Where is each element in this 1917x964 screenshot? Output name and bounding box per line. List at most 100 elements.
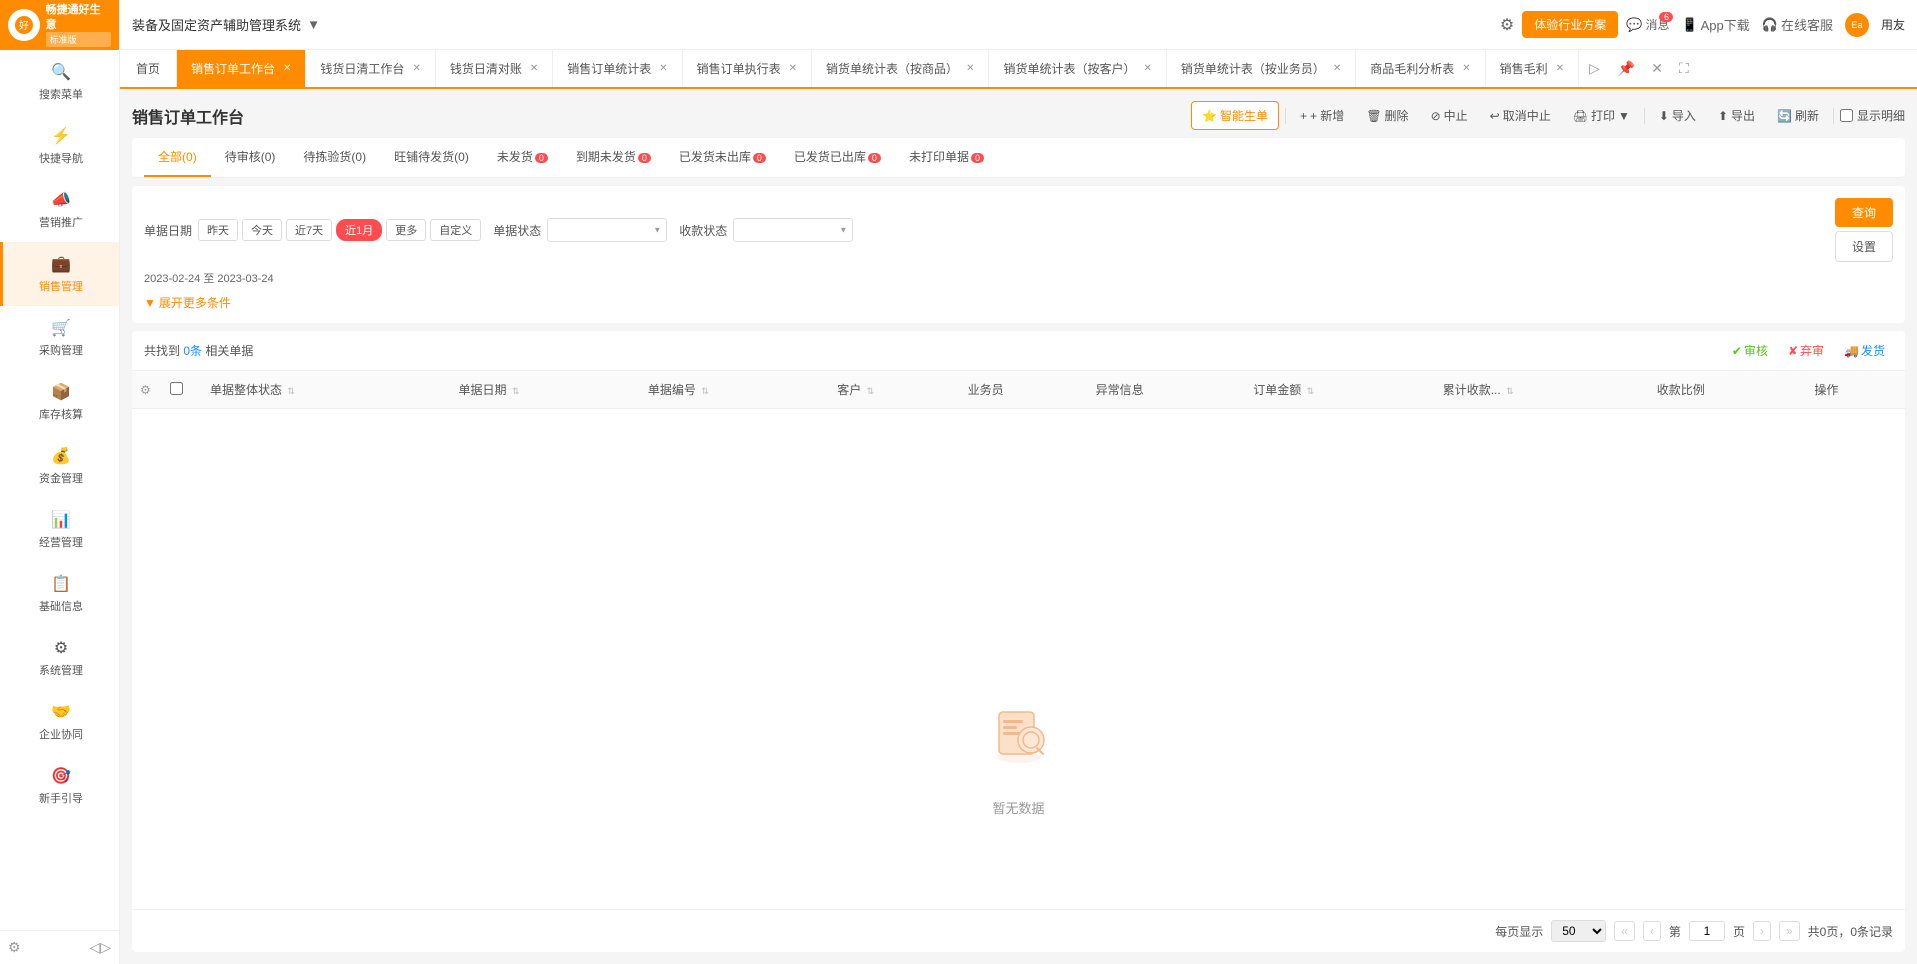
filter-tab-shipped-in[interactable]: 已发货已出库0 <box>780 138 895 177</box>
setting-btn[interactable]: 设置 <box>1835 231 1893 262</box>
date-7days-btn[interactable]: 近7天 <box>286 219 332 241</box>
next-page-btn[interactable]: › <box>1753 921 1771 941</box>
import-btn[interactable]: ⬇ 导入 <box>1651 103 1704 128</box>
reject-btn[interactable]: ✘ 弃审 <box>1780 339 1832 362</box>
date-custom-btn[interactable]: 自定义 <box>430 219 481 241</box>
industry-btn[interactable]: 体验行业方案 <box>1522 11 1618 38</box>
date-field: 单据日期 昨天 今天 近7天 近1月 更多 自定义 <box>144 219 481 241</box>
filter-tab-unshipped[interactable]: 未发货0 <box>483 138 562 177</box>
sidebar-item-search[interactable]: 🔍 搜索菜单 <box>0 50 119 114</box>
sidebar-item-finance[interactable]: 💰 资金管理 <box>0 434 119 498</box>
sidebar-item-sales[interactable]: 💼 销售管理 <box>0 242 119 306</box>
tab-close-cash[interactable]: ✕ <box>412 63 420 74</box>
sort-date-icon[interactable]: ⇅ <box>512 386 520 396</box>
print-btn[interactable]: 🖨 打印 ▼ <box>1565 103 1638 128</box>
tab-close-gross[interactable]: ✕ <box>1556 63 1564 74</box>
sidebar-item-purchase[interactable]: 🛒 采购管理 <box>0 306 119 370</box>
sort-amount-icon[interactable]: ⇅ <box>1307 386 1315 396</box>
filter-tab-wangpu[interactable]: 旺铺待发货(0) <box>380 138 483 177</box>
payment-select[interactable] <box>733 218 853 242</box>
settings-footer-btn[interactable]: ⚙ <box>8 939 21 956</box>
tab-sales-exec[interactable]: 销售订单执行表 ✕ <box>683 50 812 87</box>
tab-reconcile[interactable]: 钱货日清对账 ✕ <box>436 50 553 87</box>
filter-tab-shipped-out[interactable]: 已发货未出库0 <box>665 138 780 177</box>
filter-tab-unprinted[interactable]: 未打印单据0 <box>895 138 998 177</box>
delete-btn[interactable]: 🗑 删除 <box>1358 103 1416 128</box>
sort-number-icon[interactable]: ⇅ <box>701 386 709 396</box>
tab-close-all-btn[interactable]: ✕ <box>1643 52 1671 85</box>
sidebar-item-system[interactable]: ⚙ 系统管理 <box>0 626 119 690</box>
col-date: 单据日期 ⇅ <box>451 371 640 409</box>
online-service-btn[interactable]: 🎧 在线客服 <box>1762 15 1833 34</box>
show-detail-checkbox[interactable] <box>1840 109 1853 122</box>
tab-staff-stats[interactable]: 销货单统计表（按业务员） ✕ <box>1167 50 1356 87</box>
tab-sales-stats[interactable]: 销售订单统计表 ✕ <box>553 50 682 87</box>
sidebar-item-marketing[interactable]: 📣 营销推广 <box>0 178 119 242</box>
tab-cash-daily[interactable]: 钱货日清工作台 ✕ <box>306 50 435 87</box>
first-page-btn[interactable]: « <box>1614 921 1635 941</box>
message-btn[interactable]: 💬 消息 6 <box>1626 16 1669 33</box>
expand-conditions-btn[interactable]: ▼ 展开更多条件 <box>144 294 231 311</box>
sort-collected-icon[interactable]: ⇅ <box>1506 386 1514 396</box>
sidebar-item-quick[interactable]: ⚡ 快捷导航 <box>0 114 119 178</box>
page-number-input[interactable] <box>1689 921 1725 941</box>
tab-sales-workbench[interactable]: 销售订单工作台 ✕ <box>177 50 306 87</box>
filter-tab-all[interactable]: 全部(0) <box>144 138 211 177</box>
tab-overflow-btn[interactable]: ▷ <box>1579 52 1610 85</box>
table-header-row: ⚙ 单据整体状态 ⇅ 单据日期 ⇅ <box>132 371 1905 409</box>
tab-close-sales[interactable]: ✕ <box>283 63 291 74</box>
tab-goods-stats[interactable]: 销货单统计表（按商品） ✕ <box>812 50 989 87</box>
sidebar-item-inventory[interactable]: 📦 库存核算 <box>0 370 119 434</box>
date-today-btn[interactable]: 今天 <box>242 219 282 241</box>
smart-create-btn[interactable]: ⭐ 智能生单 <box>1191 101 1279 130</box>
tab-close-reconcile[interactable]: ✕ <box>530 63 538 74</box>
tab-sales-gross[interactable]: 销售毛利 ✕ <box>1486 50 1579 87</box>
tab-close-sales-exec[interactable]: ✕ <box>789 63 797 74</box>
select-all-checkbox[interactable] <box>170 382 183 395</box>
sort-customer-icon[interactable]: ⇅ <box>867 386 875 396</box>
last-page-btn[interactable]: » <box>1779 921 1800 941</box>
tab-home[interactable]: 首页 <box>120 50 177 87</box>
show-detail-label[interactable]: 显示明细 <box>1840 107 1905 124</box>
tab-close-sales-stats[interactable]: ✕ <box>659 63 667 74</box>
column-settings-icon[interactable]: ⚙ <box>140 383 151 397</box>
tab-close-staff[interactable]: ✕ <box>1333 63 1341 74</box>
tab-close-margin[interactable]: ✕ <box>1462 63 1470 74</box>
status-select[interactable] <box>547 218 667 242</box>
settings-icon-btn[interactable]: ⚙ <box>1500 15 1514 35</box>
logo-text: 畅捷通好生意 标准版 <box>46 3 111 47</box>
add-btn[interactable]: + + 新增 <box>1292 103 1352 128</box>
scroll-area[interactable]: ⚙ 单据整体状态 ⇅ 单据日期 ⇅ <box>132 371 1905 600</box>
sidebar-item-management[interactable]: 📊 经营管理 <box>0 498 119 562</box>
tab-expand-btn[interactable]: ⛶ <box>1671 52 1697 85</box>
ship-btn[interactable]: 🚚 发货 <box>1836 339 1893 362</box>
tab-close-customer[interactable]: ✕ <box>1143 63 1151 74</box>
tab-close-goods[interactable]: ✕ <box>966 63 974 74</box>
sidebar-item-guide[interactable]: 🎯 新手引导 <box>0 754 119 818</box>
sidebar-item-base[interactable]: 📋 基础信息 <box>0 562 119 626</box>
date-1month-btn[interactable]: 近1月 <box>336 219 382 241</box>
filter-tab-inspect[interactable]: 待拣验货(0) <box>289 138 380 177</box>
review-btn[interactable]: ✔ 审核 <box>1724 339 1776 362</box>
date-yesterday-btn[interactable]: 昨天 <box>198 219 238 241</box>
sidebar-item-collab[interactable]: 🤝 企业协同 <box>0 690 119 754</box>
prev-page-btn[interactable]: ‹ <box>1643 921 1661 941</box>
abort-btn[interactable]: ⊘ 中止 <box>1423 103 1476 128</box>
query-btn[interactable]: 查询 <box>1835 198 1893 227</box>
export-btn[interactable]: ⬆ 导出 <box>1710 103 1763 128</box>
sort-status-icon[interactable]: ⇅ <box>287 386 295 396</box>
collapse-sidebar-btn[interactable]: ◁▷ <box>89 939 111 956</box>
app-title-dropdown-btn[interactable]: ▼ <box>307 17 320 32</box>
user-avatar[interactable]: Ea <box>1845 13 1869 37</box>
refresh-btn[interactable]: 🔄 刷新 <box>1769 103 1827 128</box>
filter-tab-pending[interactable]: 待审核(0) <box>211 138 290 177</box>
filter-tab-overdue[interactable]: 到期未发货0 <box>562 138 665 177</box>
tab-pin-btn[interactable]: 📌 <box>1610 52 1643 85</box>
date-more-btn[interactable]: 更多 <box>386 219 426 241</box>
tab-customer-stats[interactable]: 销货单统计表（按客户） ✕ <box>989 50 1166 87</box>
cancel-abort-btn[interactable]: ↩ 取消中止 <box>1482 103 1559 128</box>
page-size-select[interactable]: 50 20 100 <box>1551 920 1606 942</box>
app-download-btn[interactable]: 📱 App下载 <box>1681 15 1749 34</box>
tab-margin[interactable]: 商品毛利分析表 ✕ <box>1356 50 1485 87</box>
result-count-link[interactable]: 0条 <box>183 344 202 358</box>
